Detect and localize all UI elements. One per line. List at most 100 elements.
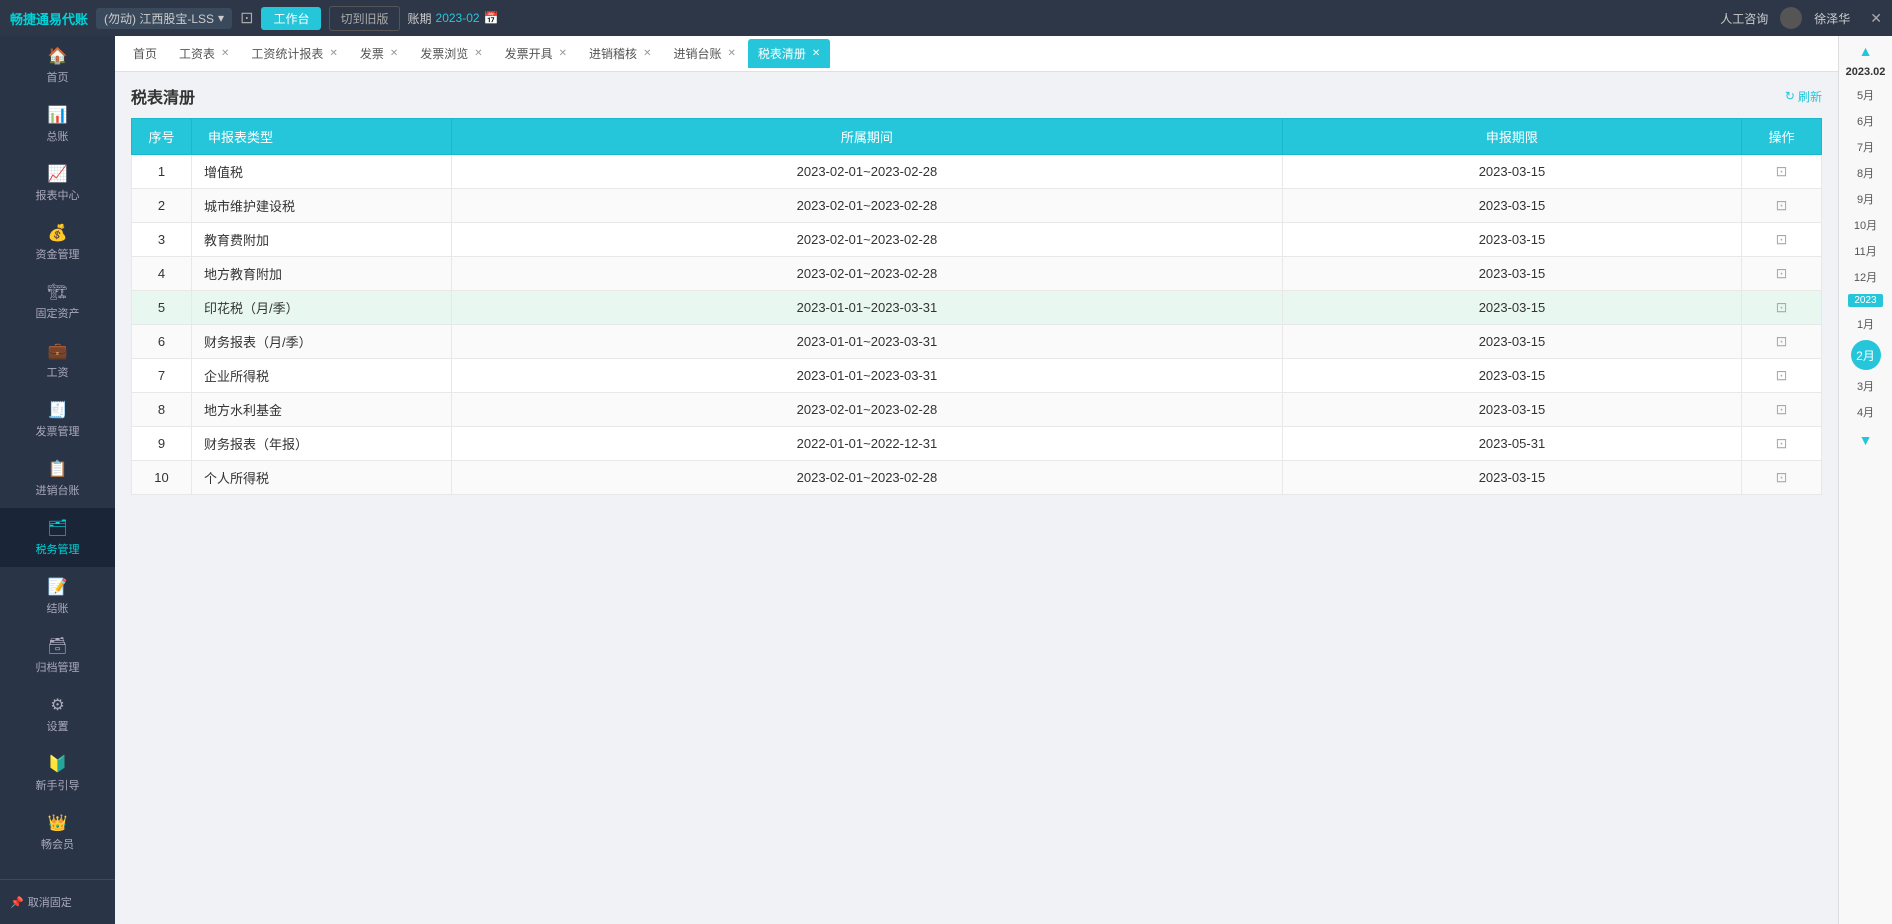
sidebar-item-member[interactable]: 👑 畅会员: [0, 803, 115, 862]
cell-deadline: 2023-03-15: [1282, 393, 1741, 427]
tab-input-review-close[interactable]: ✕: [643, 48, 651, 59]
tab-input-ledger[interactable]: 进销台账 ✕: [663, 39, 745, 68]
tab-invoice[interactable]: 发票 ✕: [350, 39, 408, 68]
cell-period: 2023-02-01~2023-02-28: [452, 257, 1283, 291]
tab-invoice-open-close[interactable]: ✕: [559, 48, 567, 59]
month-6[interactable]: 6月: [1839, 108, 1892, 134]
action-view-icon[interactable]: ⊡: [1776, 231, 1788, 247]
sidebar-item-home[interactable]: 🏠 首页: [0, 36, 115, 95]
month-3[interactable]: 3月: [1839, 373, 1892, 399]
year-2023-tag[interactable]: 2023: [1848, 294, 1882, 307]
sidebar-label-reports: 报表中心: [36, 187, 80, 203]
tab-tax-list-label: 税表清册: [758, 45, 806, 62]
month-12[interactable]: 12月: [1839, 264, 1892, 290]
sidebar-item-reports[interactable]: 📈 报表中心: [0, 154, 115, 213]
action-view-icon[interactable]: ⊡: [1776, 333, 1788, 349]
sidebar-label-home: 首页: [47, 69, 69, 85]
sidebar-label-tax-mgmt: 税务管理: [36, 541, 80, 557]
panel-down-chevron[interactable]: ▼: [1856, 429, 1876, 451]
cancel-pin-button[interactable]: 📌 取消固定: [0, 888, 115, 916]
tab-invoice-browse-close[interactable]: ✕: [474, 48, 482, 59]
cell-period: 2023-01-01~2023-03-31: [452, 291, 1283, 325]
period-display: 账期 2023-02 📅: [408, 10, 499, 27]
month-11[interactable]: 11月: [1839, 238, 1892, 264]
month-10[interactable]: 10月: [1839, 212, 1892, 238]
tab-invoice-close[interactable]: ✕: [390, 48, 398, 59]
sidebar-item-guide[interactable]: 🔰 新手引导: [0, 744, 115, 803]
cell-type: 财务报表（月/季）: [192, 325, 452, 359]
tab-tax-list[interactable]: 税表清册 ✕: [748, 39, 830, 68]
col-header-action: 操作: [1742, 119, 1822, 155]
action-view-icon[interactable]: ⊡: [1776, 367, 1788, 383]
tab-salary-report-close[interactable]: ✕: [329, 48, 337, 59]
tab-salary[interactable]: 工资表 ✕: [169, 39, 239, 68]
panel-months-prev: 5月 6月 7月 8月 9月 10月 11月 12月: [1839, 82, 1892, 290]
action-view-icon[interactable]: ⊡: [1776, 299, 1788, 315]
tab-tax-list-close[interactable]: ✕: [812, 48, 820, 59]
action-view-icon[interactable]: ⊡: [1776, 469, 1788, 485]
company-settings-icon[interactable]: ⊡: [240, 8, 253, 28]
cell-action: ⊡: [1742, 325, 1822, 359]
cell-type: 企业所得税: [192, 359, 452, 393]
top-close-icon[interactable]: ✕: [1870, 10, 1882, 27]
month-8[interactable]: 8月: [1839, 160, 1892, 186]
action-view-icon[interactable]: ⊡: [1776, 163, 1788, 179]
top-bar: 畅捷通易代账 (勿动) 江西股宝-LSS ▾ ⊡ 工作台 切到旧版 账期 202…: [0, 0, 1892, 36]
sidebar-item-settlement[interactable]: 📝 结账: [0, 567, 115, 626]
tab-invoice-label: 发票: [360, 45, 384, 62]
company-selector[interactable]: (勿动) 江西股宝-LSS ▾: [96, 8, 232, 29]
panel-up-chevron[interactable]: ▲: [1856, 40, 1876, 62]
action-view-icon[interactable]: ⊡: [1776, 197, 1788, 213]
workbench-button[interactable]: 工作台: [261, 7, 321, 30]
tab-salary-report[interactable]: 工资统计报表 ✕: [241, 39, 347, 68]
month-2-active[interactable]: 2月: [1851, 340, 1881, 370]
cell-no: 1: [132, 155, 192, 189]
fixed-assets-icon: 🏗: [47, 282, 67, 302]
cell-period: 2023-02-01~2023-02-28: [452, 393, 1283, 427]
tab-invoice-browse[interactable]: 发票浏览 ✕: [410, 39, 492, 68]
col-header-type: 申报表类型: [192, 119, 452, 155]
col-header-no: 序号: [132, 119, 192, 155]
tab-input-ledger-close[interactable]: ✕: [727, 48, 735, 59]
tab-bar: 首页 工资表 ✕ 工资统计报表 ✕ 发票 ✕ 发票浏览 ✕: [115, 36, 1838, 72]
tab-home[interactable]: 首页: [123, 39, 167, 68]
sidebar-item-invoice-mgmt[interactable]: 🧾 发票管理: [0, 390, 115, 449]
sidebar-item-input-output[interactable]: 📋 进销台账: [0, 449, 115, 508]
sidebar-item-funds[interactable]: 💰 资金管理: [0, 213, 115, 272]
cell-period: 2023-02-01~2023-02-28: [452, 461, 1283, 495]
company-name: (勿动) 江西股宝-LSS: [104, 10, 214, 27]
action-view-icon[interactable]: ⊡: [1776, 265, 1788, 281]
cell-no: 7: [132, 359, 192, 393]
month-1[interactable]: 1月: [1839, 311, 1892, 337]
tab-input-review[interactable]: 进销稽核 ✕: [579, 39, 661, 68]
settings-icon: ⚙: [50, 695, 64, 715]
period-calendar-icon[interactable]: 📅: [484, 11, 499, 25]
refresh-button[interactable]: ↻ 刷新: [1785, 88, 1822, 105]
tab-input-review-label: 进销稽核: [589, 45, 637, 62]
action-view-icon[interactable]: ⊡: [1776, 435, 1788, 451]
sidebar-item-ledger[interactable]: 📊 总账: [0, 95, 115, 154]
table-row: 6 财务报表（月/季） 2023-01-01~2023-03-31 2023-0…: [132, 325, 1822, 359]
sidebar-item-tax-mgmt[interactable]: 🗂 税务管理: [0, 508, 115, 567]
table-row: 9 财务报表（年报） 2022-01-01~2022-12-31 2023-05…: [132, 427, 1822, 461]
month-4[interactable]: 4月: [1839, 399, 1892, 425]
month-7[interactable]: 7月: [1839, 134, 1892, 160]
month-5[interactable]: 5月: [1839, 82, 1892, 108]
cell-period: 2022-01-01~2022-12-31: [452, 427, 1283, 461]
tab-salary-close[interactable]: ✕: [221, 48, 229, 59]
cell-type: 增值税: [192, 155, 452, 189]
human-service-link[interactable]: 人工咨询: [1720, 10, 1768, 27]
sidebar-item-fixed-assets[interactable]: 🏗 固定资产: [0, 272, 115, 331]
user-avatar: [1780, 7, 1802, 29]
period-value: 2023-02: [436, 11, 480, 25]
action-view-icon[interactable]: ⊡: [1776, 401, 1788, 417]
sidebar-label-archive: 归档管理: [36, 659, 80, 675]
sidebar-item-archive[interactable]: 🗃 归档管理: [0, 626, 115, 685]
sidebar-item-settings[interactable]: ⚙ 设置: [0, 685, 115, 744]
switch-old-button[interactable]: 切到旧版: [329, 6, 399, 31]
sidebar-item-salary[interactable]: 💼 工资: [0, 331, 115, 390]
tab-invoice-open[interactable]: 发票开具 ✕: [495, 39, 577, 68]
table-row: 1 增值税 2023-02-01~2023-02-28 2023-03-15 ⊡: [132, 155, 1822, 189]
month-9[interactable]: 9月: [1839, 186, 1892, 212]
tab-salary-report-label: 工资统计报表: [251, 45, 323, 62]
